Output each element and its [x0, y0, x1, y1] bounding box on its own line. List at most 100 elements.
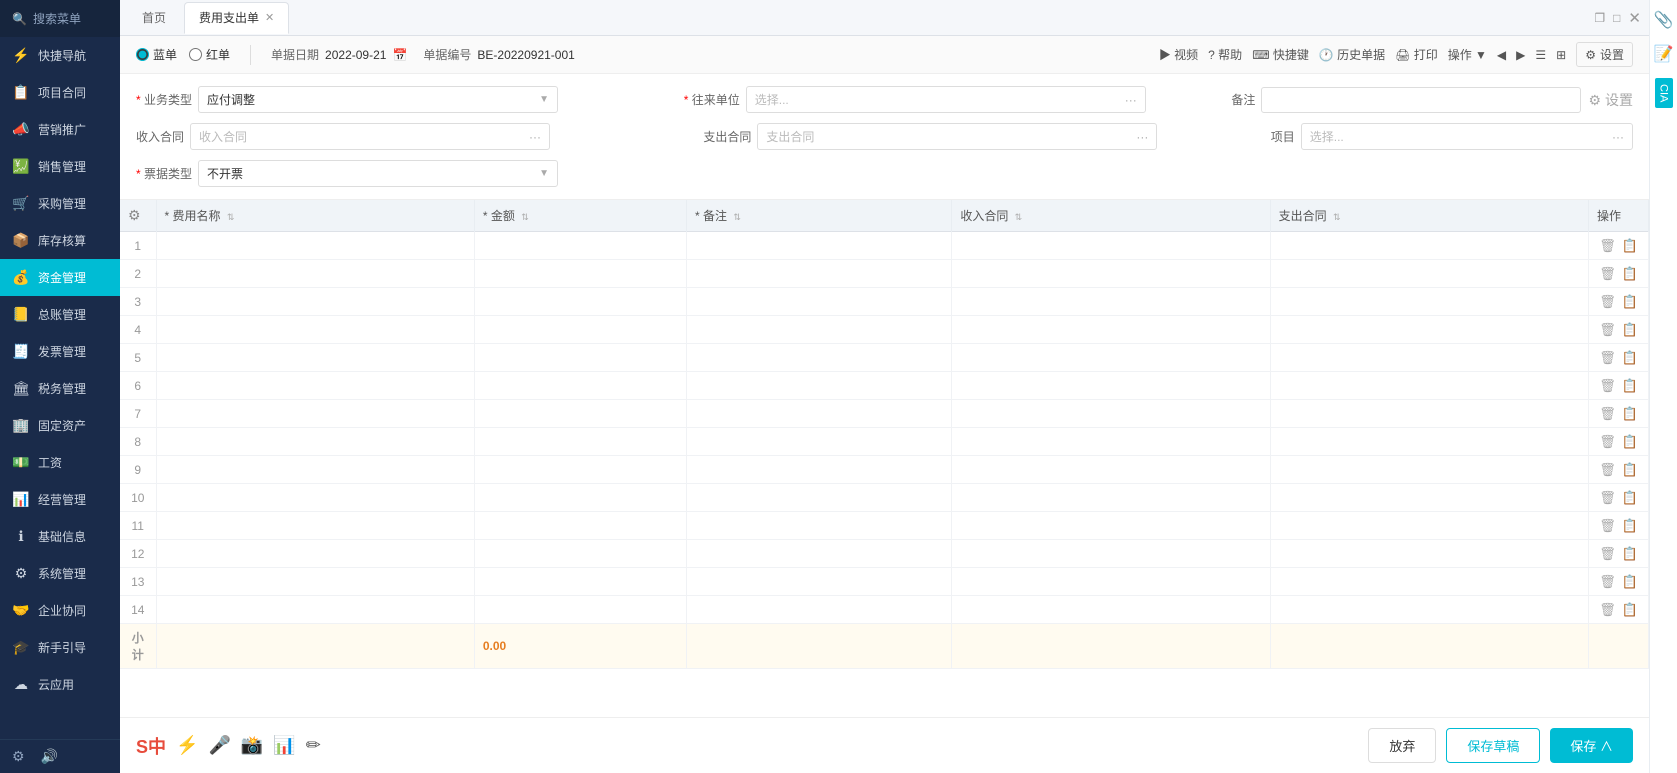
copy-icon[interactable]: 📋 — [1622, 322, 1638, 338]
lightning-icon[interactable]: ⚡ — [176, 735, 198, 756]
radio-red-label[interactable]: 红单 — [189, 46, 230, 63]
sidebar-item-enterprise[interactable]: 🤝 企业协同 — [0, 592, 120, 629]
row-name-cell[interactable] — [156, 484, 474, 512]
row-name-cell[interactable] — [156, 400, 474, 428]
note-icon[interactable]: 📝 — [1654, 44, 1674, 64]
copy-icon[interactable]: 📋 — [1622, 406, 1638, 422]
copy-icon[interactable]: 📋 — [1622, 462, 1638, 478]
row-amount-cell[interactable] — [474, 540, 686, 568]
setting-button[interactable]: ⚙ 设置 — [1576, 42, 1633, 67]
row-expense-cell[interactable] — [1270, 400, 1588, 428]
invoice-type-input[interactable]: 不开票 ▼ — [198, 160, 558, 187]
attachment-icon[interactable]: 📎 — [1654, 10, 1674, 30]
row-amount-cell[interactable] — [474, 260, 686, 288]
sidebar-item-marketing[interactable]: 📣 营销推广 — [0, 111, 120, 148]
copy-icon[interactable]: 📋 — [1622, 546, 1638, 562]
col-expense-header[interactable]: 支出合同 ⇅ — [1270, 200, 1588, 232]
delete-icon[interactable]: 🗑 — [1599, 406, 1616, 422]
row-amount-cell[interactable] — [474, 316, 686, 344]
row-expense-cell[interactable] — [1270, 316, 1588, 344]
table-icon[interactable]: 📊 — [273, 735, 295, 756]
row-expense-cell[interactable] — [1270, 540, 1588, 568]
row-income-cell[interactable] — [952, 484, 1270, 512]
row-expense-cell[interactable] — [1270, 428, 1588, 456]
sidebar-item-purchase[interactable]: 🛒 采购管理 — [0, 185, 120, 222]
action-shortcut[interactable]: ⌨ 快捷键 — [1252, 46, 1309, 63]
action-help[interactable]: ? 帮助 — [1208, 46, 1242, 63]
window-restore-icon[interactable]: ❐ — [1594, 11, 1605, 25]
row-expense-cell[interactable] — [1270, 484, 1588, 512]
sidebar-item-invoice[interactable]: 🧾 发票管理 — [0, 333, 120, 370]
row-note-cell[interactable] — [687, 344, 952, 372]
copy-icon[interactable]: 📋 — [1622, 350, 1638, 366]
business-type-input[interactable]: 应付调整 ▼ — [198, 86, 558, 113]
row-amount-cell[interactable] — [474, 288, 686, 316]
tab-close-icon[interactable]: ✕ — [265, 11, 274, 24]
nav-prev-icon[interactable]: ◀ — [1497, 48, 1506, 62]
copy-icon[interactable]: 📋 — [1622, 294, 1638, 310]
row-income-cell[interactable] — [952, 596, 1270, 624]
row-expense-cell[interactable] — [1270, 596, 1588, 624]
radio-blue[interactable] — [136, 48, 149, 61]
row-note-cell[interactable] — [687, 540, 952, 568]
delete-icon[interactable]: 🗑 — [1599, 322, 1616, 338]
row-amount-cell[interactable] — [474, 568, 686, 596]
view-list-icon[interactable]: ☰ — [1535, 48, 1546, 62]
action-operation[interactable]: 操作 ▼ — [1448, 46, 1487, 63]
delete-icon[interactable]: 🗑 — [1599, 462, 1616, 478]
mic-icon[interactable]: 🎤 — [208, 735, 230, 756]
save-draft-button[interactable]: 保存草稿 — [1446, 728, 1540, 763]
row-income-cell[interactable] — [952, 316, 1270, 344]
tab-expense[interactable]: 费用支出单 ✕ — [184, 2, 289, 34]
row-name-cell[interactable] — [156, 512, 474, 540]
row-income-cell[interactable] — [952, 568, 1270, 596]
delete-icon[interactable]: 🗑 — [1599, 546, 1616, 562]
income-contract-input[interactable]: 收入合同 ··· — [190, 123, 550, 150]
nav-next-icon[interactable]: ▶ — [1516, 48, 1525, 62]
row-name-cell[interactable] — [156, 372, 474, 400]
delete-icon[interactable]: 🗑 — [1599, 378, 1616, 394]
sidebar-item-fixed-assets[interactable]: 🏢 固定资产 — [0, 407, 120, 444]
row-income-cell[interactable] — [952, 344, 1270, 372]
row-name-cell[interactable] — [156, 344, 474, 372]
action-video[interactable]: ▶ 视频 — [1159, 46, 1198, 63]
calendar-icon[interactable]: 📅 — [392, 48, 407, 62]
copy-icon[interactable]: 📋 — [1622, 434, 1638, 450]
copy-icon[interactable]: 📋 — [1622, 378, 1638, 394]
camera-icon[interactable]: 📸 — [241, 735, 263, 756]
settings-icon[interactable]: ⚙ — [12, 748, 25, 765]
row-name-cell[interactable] — [156, 316, 474, 344]
delete-icon[interactable]: 🗑 — [1599, 434, 1616, 450]
row-income-cell[interactable] — [952, 260, 1270, 288]
radio-blue-label[interactable]: 蓝单 — [136, 46, 177, 63]
row-note-cell[interactable] — [687, 288, 952, 316]
col-name-header[interactable]: * 费用名称 ⇅ — [156, 200, 474, 232]
copy-icon[interactable]: 📋 — [1622, 518, 1638, 534]
sidebar-search[interactable]: 🔍 搜索菜单 — [0, 0, 120, 37]
row-note-cell[interactable] — [687, 260, 952, 288]
row-amount-cell[interactable] — [474, 428, 686, 456]
row-amount-cell[interactable] — [474, 400, 686, 428]
copy-icon[interactable]: 📋 — [1622, 574, 1638, 590]
col-settings-header[interactable]: ⚙ — [120, 200, 156, 232]
row-expense-cell[interactable] — [1270, 232, 1588, 260]
copy-icon[interactable]: 📋 — [1622, 602, 1638, 618]
copy-icon[interactable]: 📋 — [1622, 238, 1638, 254]
radio-red[interactable] — [189, 48, 202, 61]
project-input[interactable]: 选择... ··· — [1301, 123, 1633, 150]
row-income-cell[interactable] — [952, 232, 1270, 260]
row-name-cell[interactable] — [156, 232, 474, 260]
row-income-cell[interactable] — [952, 400, 1270, 428]
table-settings-icon[interactable]: ⚙ — [128, 207, 141, 223]
delete-icon[interactable]: 🗑 — [1599, 266, 1616, 282]
tab-home[interactable]: 首页 — [128, 2, 180, 34]
row-name-cell[interactable] — [156, 596, 474, 624]
row-note-cell[interactable] — [687, 316, 952, 344]
cia-button[interactable]: CIA — [1655, 78, 1673, 108]
discard-button[interactable]: 放弃 — [1368, 728, 1436, 763]
sidebar-item-ops[interactable]: 📊 经营管理 — [0, 481, 120, 518]
row-name-cell[interactable] — [156, 428, 474, 456]
sidebar-item-cloud[interactable]: ☁ 云应用 — [0, 666, 120, 703]
action-print[interactable]: 🖨 打印 — [1395, 46, 1438, 63]
sidebar-item-sys[interactable]: ⚙ 系统管理 — [0, 555, 120, 592]
